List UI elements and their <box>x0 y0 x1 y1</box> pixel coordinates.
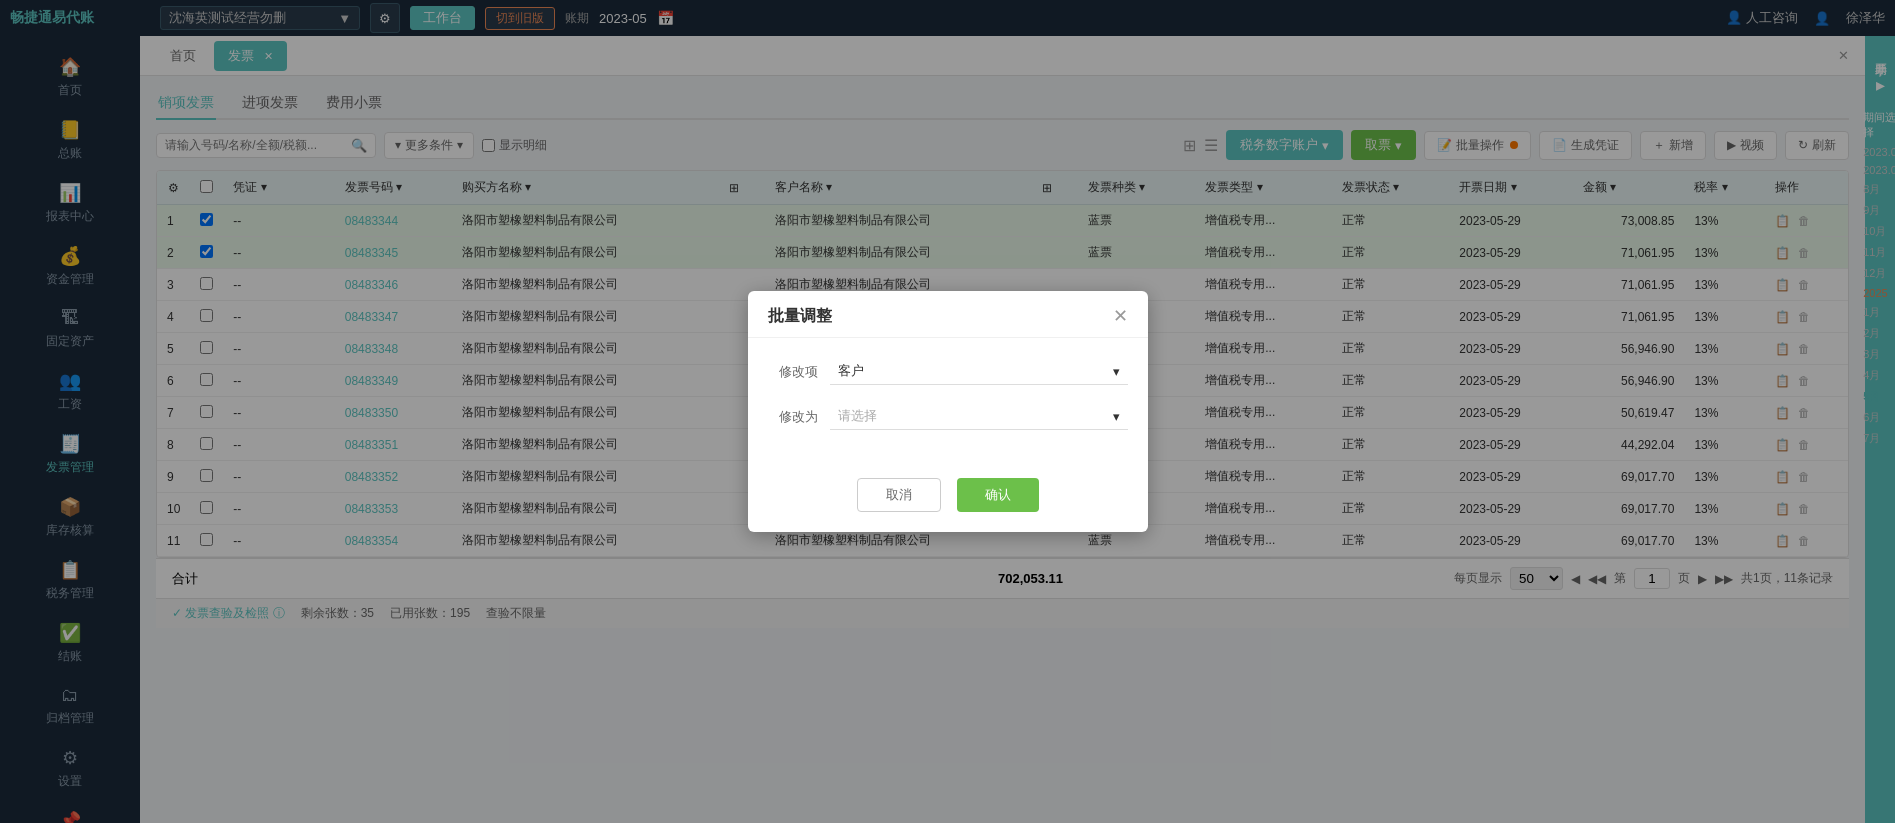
modal-header: 批量调整 ✕ <box>748 291 1148 338</box>
modify-field-value: 客户 <box>838 362 864 380</box>
batch-adjust-modal: 批量调整 ✕ 修改项 客户 ▾ 修改为 请选择 ▾ 取消 确认 <box>748 291 1148 532</box>
modify-to-placeholder: 请选择 <box>838 407 877 425</box>
modal-footer: 取消 确认 <box>748 468 1148 532</box>
modify-to-label: 修改为 <box>768 408 818 426</box>
modal-overlay: 批量调整 ✕ 修改项 客户 ▾ 修改为 请选择 ▾ 取消 确认 <box>0 0 1895 823</box>
modify-to-row: 修改为 请选择 ▾ <box>768 403 1128 430</box>
confirm-button[interactable]: 确认 <box>957 478 1039 512</box>
modify-field-row: 修改项 客户 ▾ <box>768 358 1128 385</box>
modal-close-btn[interactable]: ✕ <box>1113 305 1128 327</box>
modify-field-label: 修改项 <box>768 363 818 381</box>
select-dropdown-icon2: ▾ <box>1113 409 1120 424</box>
select-dropdown-icon: ▾ <box>1113 364 1120 379</box>
modal-title: 批量调整 <box>768 306 832 327</box>
modify-field-select[interactable]: 客户 ▾ <box>830 358 1128 385</box>
modify-to-select[interactable]: 请选择 ▾ <box>830 403 1128 430</box>
cancel-button[interactable]: 取消 <box>857 478 941 512</box>
modal-body: 修改项 客户 ▾ 修改为 请选择 ▾ <box>748 338 1148 468</box>
